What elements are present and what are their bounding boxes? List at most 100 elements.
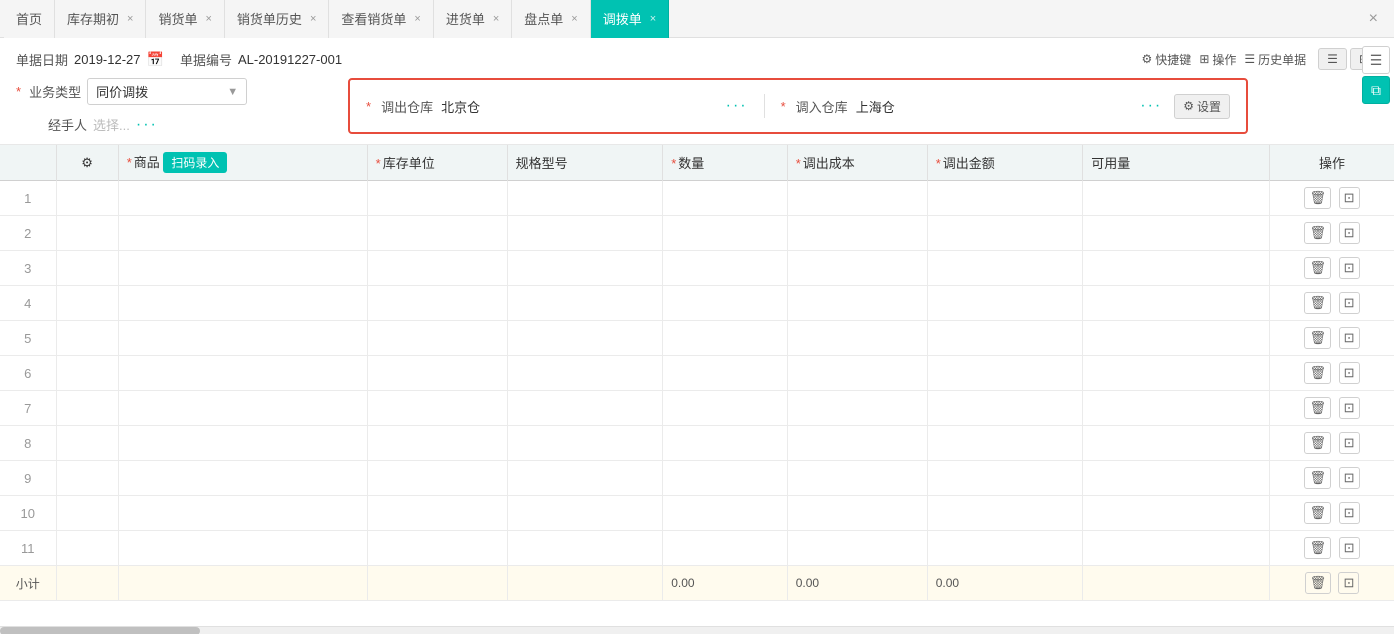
row-available-7[interactable] <box>1083 391 1270 426</box>
row-amount-11[interactable] <box>927 531 1083 566</box>
row-copy-btn-11[interactable]: ⊡ <box>1339 537 1360 559</box>
row-qty-4[interactable] <box>663 286 787 321</box>
row-product-8[interactable] <box>118 426 367 461</box>
tab-inventory-init-close[interactable]: × <box>127 13 133 25</box>
row-delete-btn-10[interactable]: 🗑 <box>1304 502 1331 524</box>
row-spec-4[interactable] <box>507 286 663 321</box>
row-unit-4[interactable] <box>367 286 507 321</box>
row-delete-btn-8[interactable]: 🗑 <box>1304 432 1331 454</box>
row-available-10[interactable] <box>1083 496 1270 531</box>
row-product-9[interactable] <box>118 461 367 496</box>
row-qty-6[interactable] <box>663 356 787 391</box>
operation-btn[interactable]: ⊞ 操作 <box>1199 51 1236 68</box>
row-copy-btn-2[interactable]: ⊡ <box>1339 222 1360 244</box>
row-copy-btn-7[interactable]: ⊡ <box>1339 397 1360 419</box>
row-copy-btn-1[interactable]: ⊡ <box>1339 187 1360 209</box>
handler-input[interactable]: 选择... <box>93 115 130 134</box>
row-op-9[interactable]: 🗑 ⊡ <box>1269 461 1394 496</box>
calendar-icon[interactable]: 📅 <box>147 51 164 68</box>
row-op-1[interactable]: 🗑 ⊡ <box>1269 181 1394 216</box>
tab-purchase-order[interactable]: 进货单 × <box>434 0 512 38</box>
row-spec-1[interactable] <box>507 181 663 216</box>
row-qty-5[interactable] <box>663 321 787 356</box>
row-op-3[interactable]: 🗑 ⊡ <box>1269 251 1394 286</box>
row-copy-btn-6[interactable]: ⊡ <box>1339 362 1360 384</box>
row-delete-btn-6[interactable]: 🗑 <box>1304 362 1331 384</box>
row-available-9[interactable] <box>1083 461 1270 496</box>
row-delete-btn-2[interactable]: 🗑 <box>1304 222 1331 244</box>
row-unit-5[interactable] <box>367 321 507 356</box>
row-unit-2[interactable] <box>367 216 507 251</box>
warehouse-settings-btn[interactable]: ⚙ 设置 <box>1174 94 1230 119</box>
row-amount-3[interactable] <box>927 251 1083 286</box>
row-unit-3[interactable] <box>367 251 507 286</box>
row-settings-1[interactable] <box>56 181 118 216</box>
row-qty-10[interactable] <box>663 496 787 531</box>
row-qty-3[interactable] <box>663 251 787 286</box>
tab-purchase-order-close[interactable]: × <box>493 13 499 25</box>
row-available-5[interactable] <box>1083 321 1270 356</box>
row-cost-1[interactable] <box>787 181 927 216</box>
row-delete-btn-11[interactable]: 🗑 <box>1304 537 1331 559</box>
row-product-11[interactable] <box>118 531 367 566</box>
tab-home[interactable]: 首页 <box>4 0 55 38</box>
tab-sales-history-close[interactable]: × <box>310 13 316 25</box>
row-delete-btn-4[interactable]: 🗑 <box>1304 292 1331 314</box>
tab-sales-order-close[interactable]: × <box>205 13 211 25</box>
tab-view-sales-close[interactable]: × <box>414 13 420 25</box>
row-copy-btn-5[interactable]: ⊡ <box>1339 327 1360 349</box>
row-unit-9[interactable] <box>367 461 507 496</box>
row-amount-9[interactable] <box>927 461 1083 496</box>
subtotal-delete-btn[interactable]: 🗑 <box>1305 572 1332 594</box>
row-qty-8[interactable] <box>663 426 787 461</box>
row-settings-7[interactable] <box>56 391 118 426</box>
row-op-6[interactable]: 🗑 ⊡ <box>1269 356 1394 391</box>
row-product-2[interactable] <box>118 216 367 251</box>
history-btn[interactable]: ☰ 历史单据 <box>1244 51 1306 68</box>
row-amount-7[interactable] <box>927 391 1083 426</box>
row-amount-8[interactable] <box>927 426 1083 461</box>
row-copy-btn-4[interactable]: ⊡ <box>1339 292 1360 314</box>
tab-inventory-init[interactable]: 库存期初 × <box>55 0 146 38</box>
row-settings-4[interactable] <box>56 286 118 321</box>
row-qty-1[interactable] <box>663 181 787 216</box>
row-op-10[interactable]: 🗑 ⊡ <box>1269 496 1394 531</box>
row-settings-11[interactable] <box>56 531 118 566</box>
row-cost-2[interactable] <box>787 216 927 251</box>
row-op-7[interactable]: 🗑 ⊡ <box>1269 391 1394 426</box>
col-settings-header[interactable]: ⚙ <box>56 145 118 181</box>
row-cost-9[interactable] <box>787 461 927 496</box>
horizontal-scrollbar[interactable] <box>0 626 1394 634</box>
row-unit-1[interactable] <box>367 181 507 216</box>
shortcut-btn[interactable]: ⚙ 快捷键 <box>1142 51 1192 68</box>
row-settings-8[interactable] <box>56 426 118 461</box>
scrollbar-thumb[interactable] <box>0 627 200 634</box>
row-product-10[interactable] <box>118 496 367 531</box>
row-delete-btn-7[interactable]: 🗑 <box>1304 397 1331 419</box>
row-delete-btn-1[interactable]: 🗑 <box>1304 187 1331 209</box>
tab-inventory-count[interactable]: 盘点单 × <box>512 0 590 38</box>
row-qty-11[interactable] <box>663 531 787 566</box>
list-view-btn[interactable]: ☰ <box>1318 48 1347 70</box>
row-spec-10[interactable] <box>507 496 663 531</box>
tab-sales-order[interactable]: 销货单 × <box>146 0 224 38</box>
row-product-7[interactable] <box>118 391 367 426</box>
row-available-1[interactable] <box>1083 181 1270 216</box>
tab-view-sales[interactable]: 查看销货单 × <box>329 0 433 38</box>
row-amount-6[interactable] <box>927 356 1083 391</box>
row-product-6[interactable] <box>118 356 367 391</box>
row-delete-btn-9[interactable]: 🗑 <box>1304 467 1331 489</box>
tab-sales-history[interactable]: 销货单历史 × <box>225 0 329 38</box>
row-amount-1[interactable] <box>927 181 1083 216</box>
row-spec-3[interactable] <box>507 251 663 286</box>
row-unit-10[interactable] <box>367 496 507 531</box>
row-copy-btn-8[interactable]: ⊡ <box>1339 432 1360 454</box>
sidebar-link-btn[interactable]: ⧉ <box>1362 76 1390 104</box>
row-op-5[interactable]: 🗑 ⊡ <box>1269 321 1394 356</box>
subtotal-copy-btn[interactable]: ⊡ <box>1338 572 1359 594</box>
row-product-4[interactable] <box>118 286 367 321</box>
row-settings-2[interactable] <box>56 216 118 251</box>
row-available-3[interactable] <box>1083 251 1270 286</box>
row-settings-9[interactable] <box>56 461 118 496</box>
tab-transfer-order[interactable]: 调拨单 × <box>591 0 669 38</box>
